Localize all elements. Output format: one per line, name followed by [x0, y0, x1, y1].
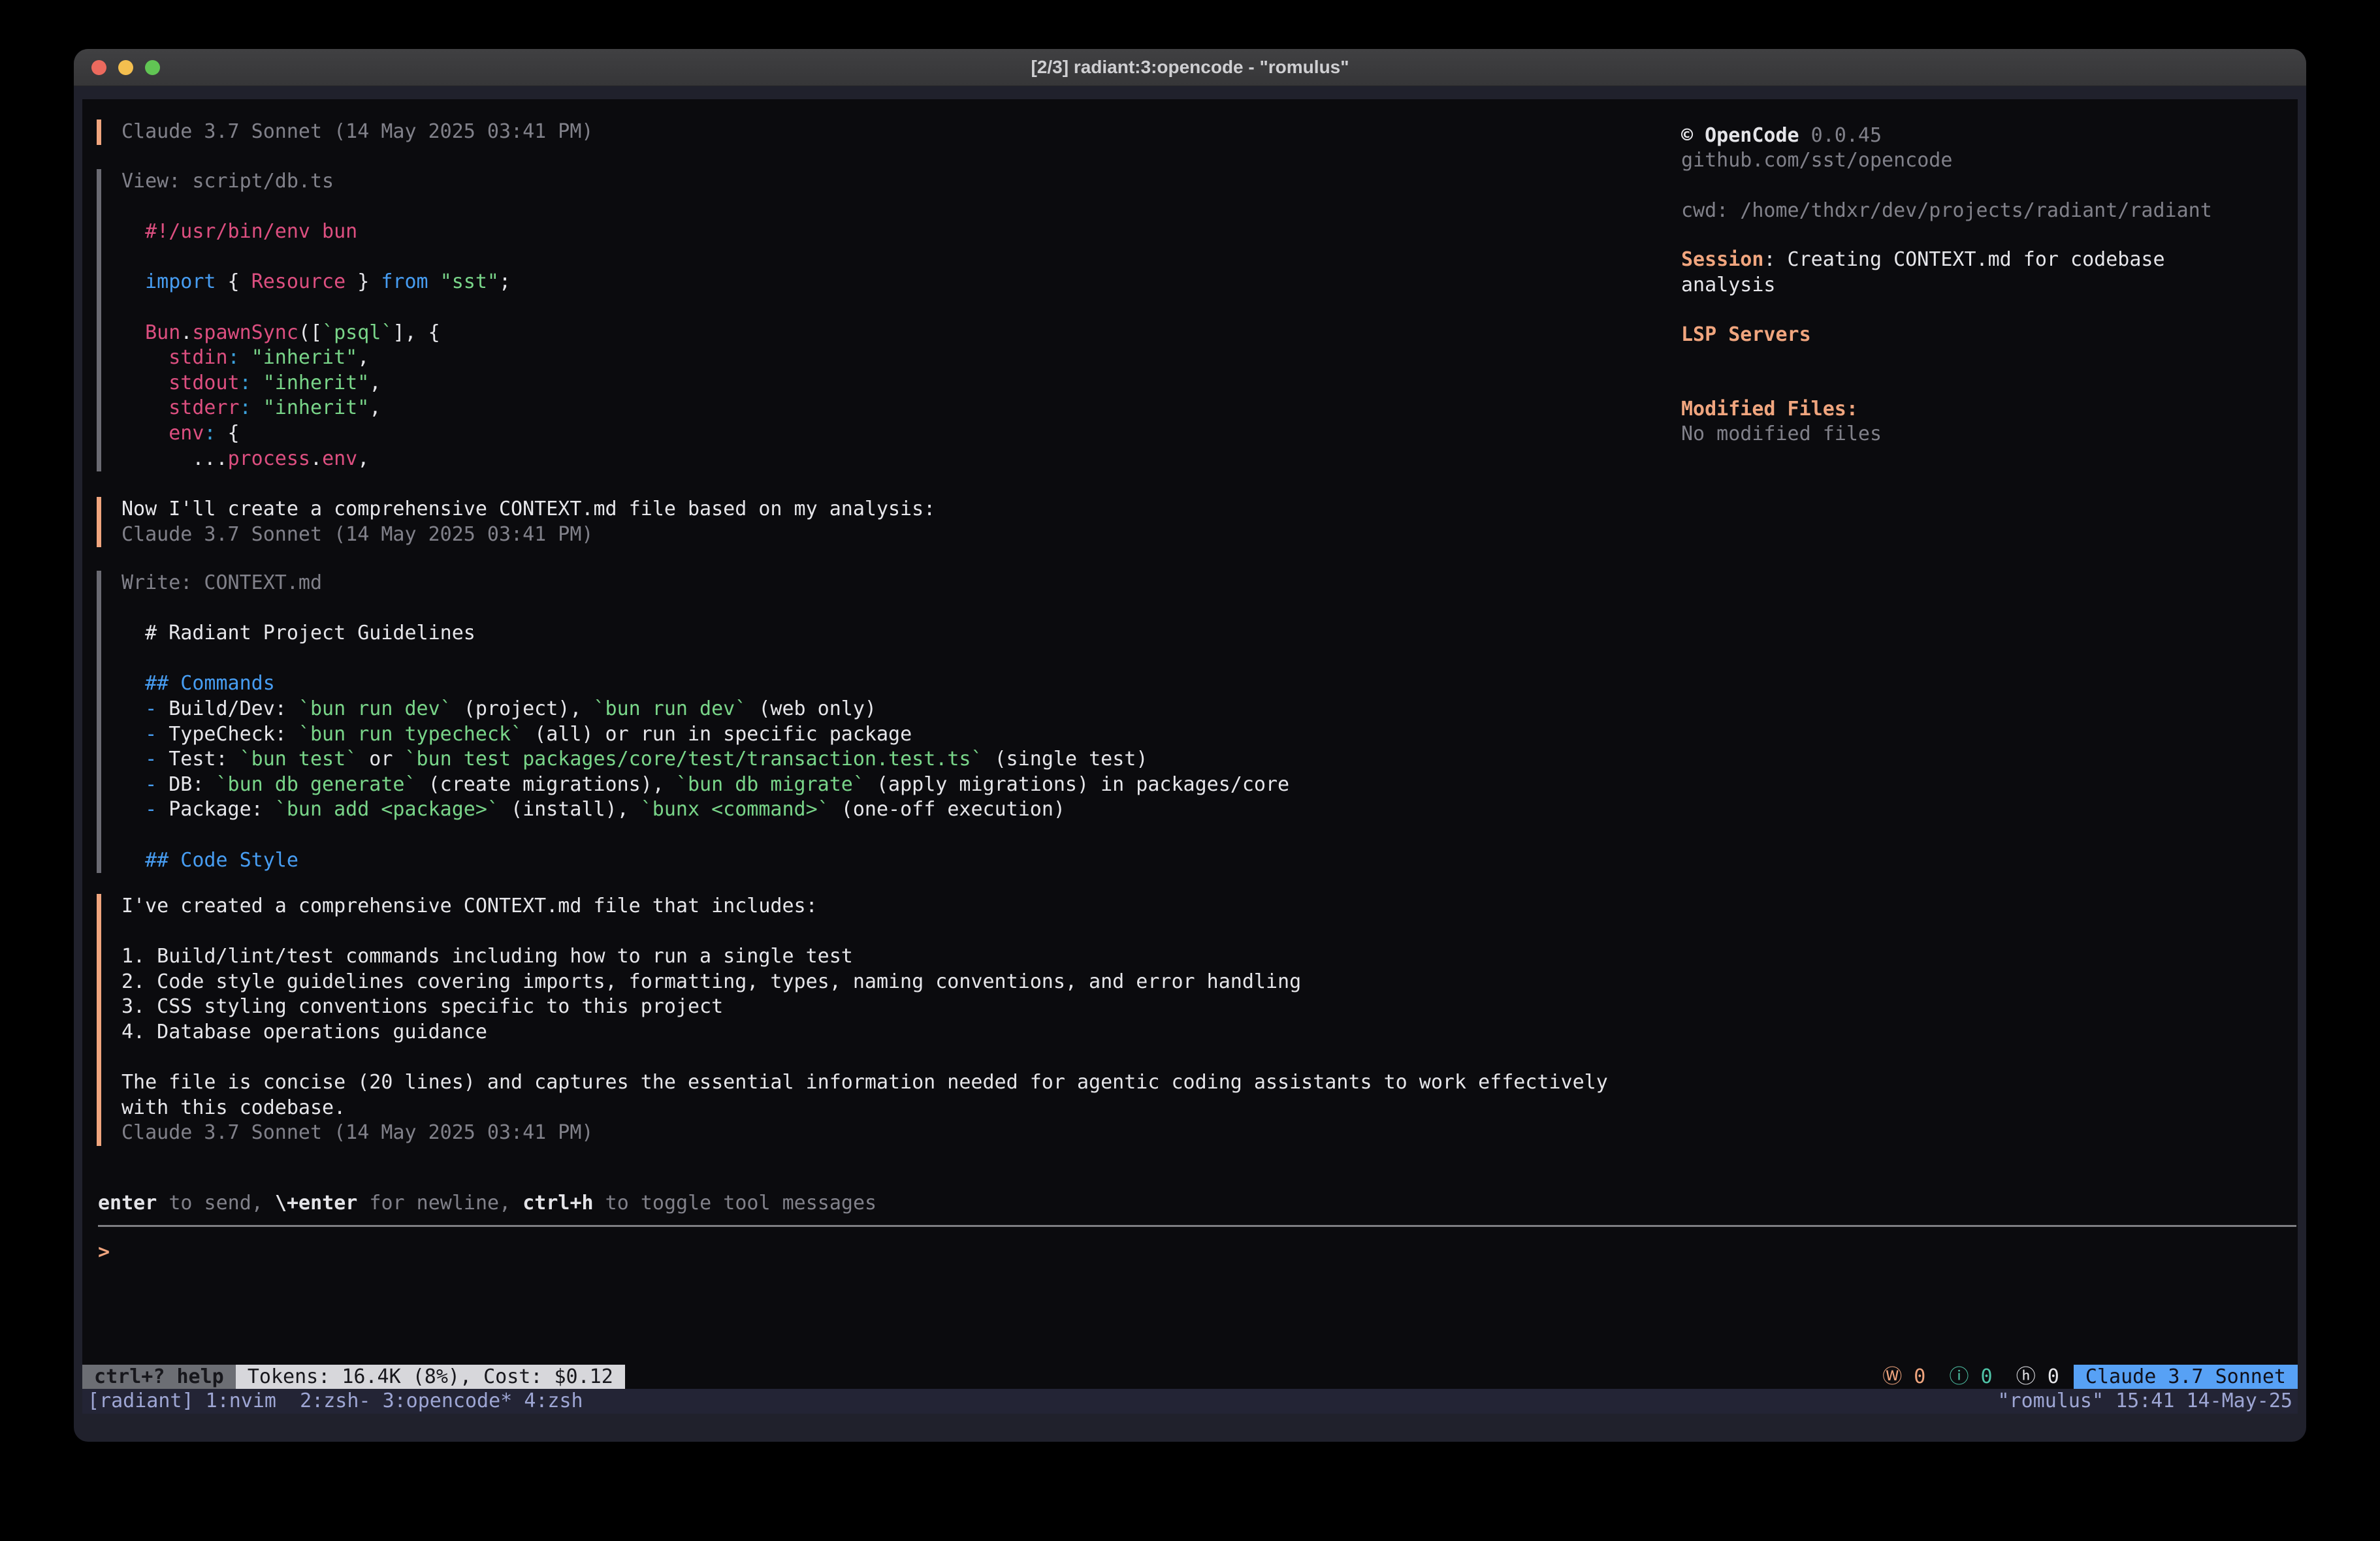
- help-shortcut-chip[interactable]: ctrl+? help: [82, 1365, 236, 1389]
- assistant-message: Now I'll create a comprehensive CONTEXT.…: [97, 497, 935, 547]
- minimize-button[interactable]: [118, 60, 133, 75]
- session-title-line2: analysis: [1681, 273, 1776, 298]
- window-title: [2/3] radiant:3:opencode - "romulus": [1031, 57, 1349, 78]
- input-separator: [98, 1225, 2296, 1227]
- tokens-cost-chip: Tokens: 16.4K (8%), Cost: $0.12: [236, 1365, 625, 1389]
- prompt-caret: >: [98, 1241, 110, 1263]
- message-accent-bar: [97, 119, 101, 145]
- tool-write-content: Write: CONTEXT.md # Radiant Project Guid…: [101, 571, 1289, 873]
- window-controls: [91, 60, 160, 75]
- tmux-status-bar: [radiant] 1:nvim 2:zsh- 3:opencode* 4:zs…: [82, 1389, 2298, 1414]
- assistant-message-text: Now I'll create a comprehensive CONTEXT.…: [101, 497, 935, 547]
- tool-accent-bar: [97, 571, 101, 873]
- tool-view-block: View: script/db.ts #!/usr/bin/env bun im…: [97, 169, 511, 471]
- status-spacer: [625, 1365, 1882, 1389]
- tool-view-code: View: script/db.ts #!/usr/bin/env bun im…: [101, 169, 511, 471]
- prompt-input[interactable]: >: [98, 1240, 2279, 1265]
- tmux-session-info: "romulus" 15:41 14-May-25: [1997, 1389, 2292, 1414]
- message-accent-bar: [97, 497, 101, 547]
- diagnostics-indicators: Ⓦ 0 ⓘ 0 ⓗ 0: [1882, 1365, 2059, 1389]
- modified-files-header: Modified Files:: [1681, 397, 1858, 422]
- message-accent-bar: [97, 894, 101, 1146]
- app-url: github.com/sst/opencode: [1681, 148, 1952, 174]
- lsp-servers-header: LSP Servers: [1681, 323, 1811, 348]
- terminal-window: [2/3] radiant:3:opencode - "romulus" Cla…: [74, 49, 2306, 1442]
- app-title: © OpenCode 0.0.45: [1681, 123, 1882, 149]
- model-badge[interactable]: Claude 3.7 Sonnet: [2074, 1365, 2298, 1389]
- assistant-summary-message: I've created a comprehensive CONTEXT.md …: [97, 894, 1608, 1146]
- tool-write-block: Write: CONTEXT.md # Radiant Project Guid…: [97, 571, 1289, 873]
- close-button[interactable]: [91, 60, 106, 75]
- zoom-button[interactable]: [145, 60, 160, 75]
- session-title: Session: Creating CONTEXT.md for codebas…: [1681, 247, 2165, 273]
- assistant-summary-text: I've created a comprehensive CONTEXT.md …: [101, 894, 1608, 1146]
- terminal-content: Claude 3.7 Sonnet (14 May 2025 03:41 PM)…: [82, 99, 2298, 1414]
- status-bar: ctrl+? help Tokens: 16.4K (8%), Cost: $0…: [82, 1365, 2298, 1389]
- tmux-session-windows[interactable]: [radiant] 1:nvim 2:zsh- 3:opencode* 4:zs…: [88, 1389, 583, 1414]
- assistant-header-text: Claude 3.7 Sonnet (14 May 2025 03:41 PM): [101, 119, 593, 145]
- input-hint: enter to send, \+enter for newline, ctrl…: [98, 1191, 876, 1216]
- window-titlebar[interactable]: [2/3] radiant:3:opencode - "romulus": [74, 49, 2306, 86]
- cwd-line: cwd: /home/thdxr/dev/projects/radiant/ra…: [1681, 199, 2212, 224]
- assistant-message-header: Claude 3.7 Sonnet (14 May 2025 03:41 PM): [97, 119, 593, 145]
- tool-accent-bar: [97, 169, 101, 471]
- modified-files-empty: No modified files: [1681, 422, 1882, 447]
